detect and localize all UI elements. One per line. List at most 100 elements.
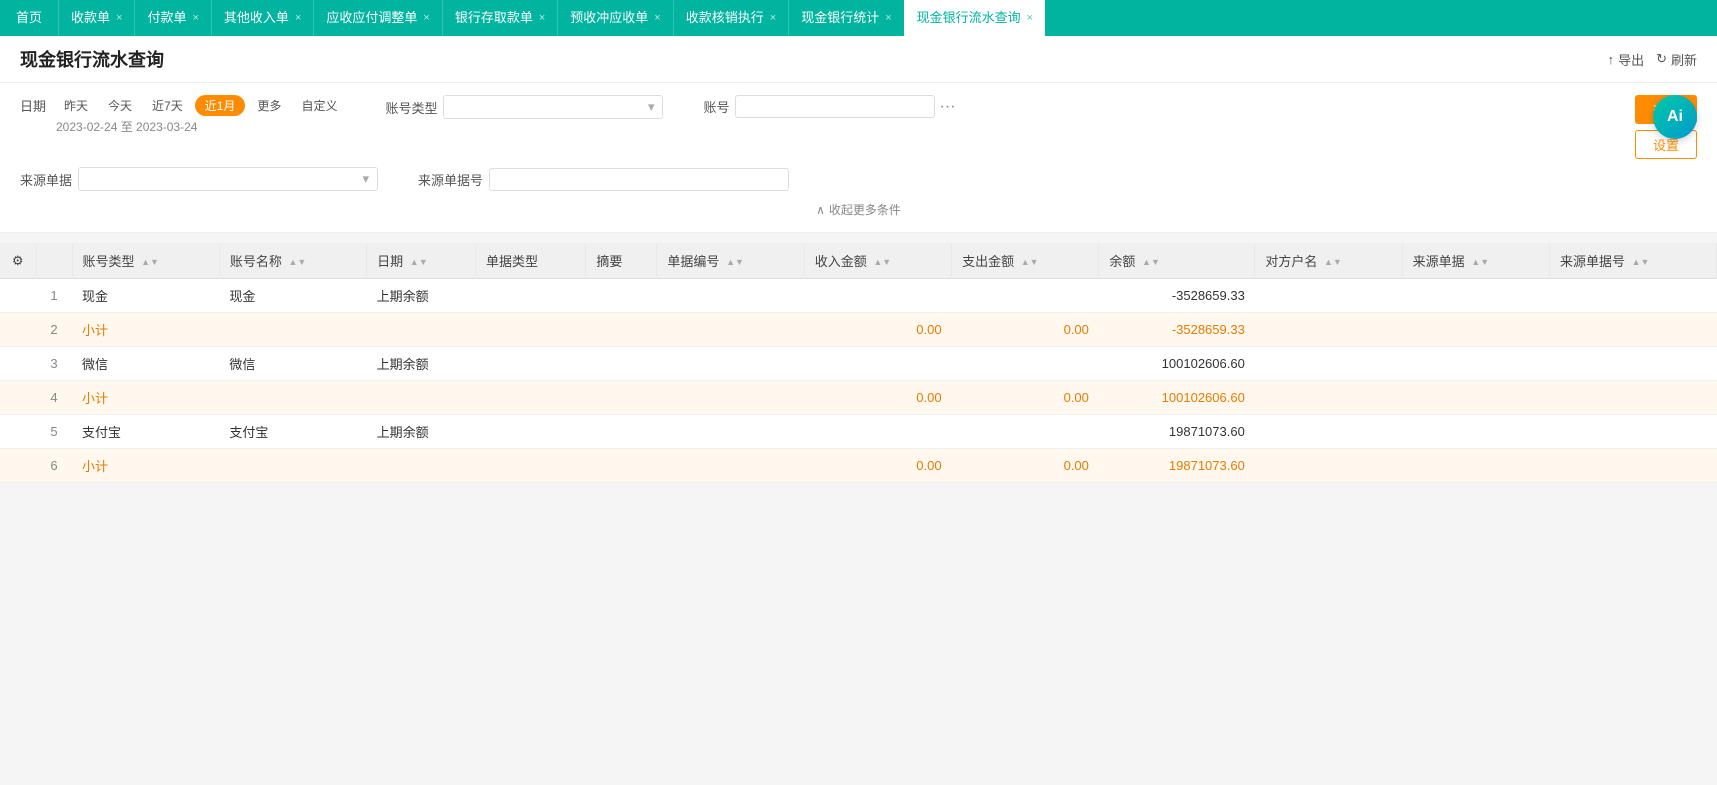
sort-icon: ▲▼	[288, 258, 306, 267]
table-cell	[586, 279, 657, 313]
table-cell: 19871073.60	[1099, 449, 1255, 483]
table-header-row: ⚙ 账号类型 ▲▼ 账号名称 ▲▼ 日期 ▲▼ 单据类型 摘要 单据编号	[0, 243, 1717, 279]
chevron-down-icon: ▾	[362, 171, 369, 187]
close-icon[interactable]: ×	[116, 0, 122, 36]
table-cell: 3	[36, 347, 72, 381]
close-icon[interactable]: ×	[885, 0, 891, 36]
close-icon[interactable]: ×	[770, 0, 776, 36]
nav-tab-3[interactable]: 应收应付调整单 ×	[313, 0, 441, 36]
table-cell	[586, 347, 657, 381]
table-cell	[219, 313, 366, 347]
source-doc-select[interactable]: ▾	[78, 167, 378, 191]
nav-home[interactable]: 首页	[0, 0, 58, 36]
table-cell	[952, 279, 1099, 313]
nav-tab-5[interactable]: 预收冲应收单 ×	[557, 0, 672, 36]
table-cell	[367, 449, 476, 483]
sort-icon: ▲▼	[1632, 258, 1650, 267]
date-btn-yesterday[interactable]: 昨天	[56, 95, 96, 116]
th-doc-no[interactable]: 单据编号 ▲▼	[657, 243, 804, 279]
table-cell: 现金	[72, 279, 219, 313]
th-source-doc-no[interactable]: 来源单据号 ▲▼	[1549, 243, 1716, 279]
table-cell	[0, 381, 36, 415]
export-button[interactable]: ↑ 导出	[1608, 50, 1645, 69]
date-btn-7days[interactable]: 近7天	[144, 95, 191, 116]
th-source-doc[interactable]: 来源单据 ▲▼	[1402, 243, 1549, 279]
table-cell	[367, 313, 476, 347]
table-cell	[952, 347, 1099, 381]
ai-badge[interactable]: Ai	[1653, 95, 1697, 139]
close-icon[interactable]: ×	[192, 0, 198, 36]
source-doc-no-input[interactable]	[489, 168, 789, 191]
account-type-select[interactable]: ▾	[443, 95, 663, 119]
table-row: 2小计0.000.00-3528659.33	[0, 313, 1717, 347]
table-cell	[1255, 347, 1402, 381]
table-cell: -3528659.33	[1099, 313, 1255, 347]
table-cell	[1549, 381, 1716, 415]
account-type-label: 账号类型	[385, 98, 437, 117]
table-cell: 0.00	[952, 449, 1099, 483]
nav-tab-7[interactable]: 现金银行统计 ×	[788, 0, 903, 36]
table-cell: 0.00	[952, 381, 1099, 415]
th-account-type[interactable]: 账号类型 ▲▼	[72, 243, 219, 279]
date-btn-today[interactable]: 今天	[100, 95, 140, 116]
source-doc-label: 来源单据	[20, 170, 72, 189]
table-cell: 支付宝	[72, 415, 219, 449]
table-cell	[476, 279, 586, 313]
refresh-button[interactable]: ↻ 刷新	[1656, 50, 1697, 69]
export-icon: ↑	[1608, 52, 1615, 67]
table-cell: 0.00	[804, 313, 951, 347]
th-account-name[interactable]: 账号名称 ▲▼	[219, 243, 366, 279]
table-row: 4小计0.000.00100102606.60	[0, 381, 1717, 415]
date-btn-more[interactable]: 更多	[249, 95, 289, 116]
date-btn-1month[interactable]: 近1月	[195, 95, 246, 116]
sort-icon: ▲▼	[726, 258, 744, 267]
table-cell	[657, 313, 804, 347]
nav-tab-0[interactable]: 收款单 ×	[58, 0, 134, 36]
table-cell	[0, 347, 36, 381]
th-income[interactable]: 收入金额 ▲▼	[804, 243, 951, 279]
table-cell	[1402, 449, 1549, 483]
top-nav: 首页 收款单 × 付款单 × 其他收入单 × 应收应付调整单 × 银行存取款单 …	[0, 0, 1717, 36]
close-icon[interactable]: ×	[423, 0, 429, 36]
nav-tab-6[interactable]: 收款核销执行 ×	[673, 0, 788, 36]
close-icon[interactable]: ×	[654, 0, 660, 36]
table-cell	[219, 449, 366, 483]
account-input[interactable]	[735, 95, 935, 118]
th-counterpart[interactable]: 对方户名 ▲▼	[1255, 243, 1402, 279]
nav-tab-2[interactable]: 其他收入单 ×	[211, 0, 313, 36]
close-icon[interactable]: ×	[295, 0, 301, 36]
account-type-filter-group: 账号类型 ▾	[385, 95, 663, 119]
table-cell	[586, 449, 657, 483]
date-options: 昨天 今天 近7天 近1月 更多 自定义	[56, 95, 345, 116]
more-options-icon[interactable]: ···	[939, 98, 955, 116]
th-date[interactable]: 日期 ▲▼	[367, 243, 476, 279]
table-cell	[657, 449, 804, 483]
table-cell: 微信	[72, 347, 219, 381]
sort-icon: ▲▼	[1324, 258, 1342, 267]
close-icon[interactable]: ×	[1027, 0, 1033, 36]
table-cell	[476, 415, 586, 449]
nav-tab-8[interactable]: 现金银行流水查询 ×	[904, 0, 1045, 36]
table-cell: 上期余额	[367, 415, 476, 449]
th-expense[interactable]: 支出金额 ▲▼	[952, 243, 1099, 279]
table-cell	[804, 279, 951, 313]
table-cell	[1549, 279, 1716, 313]
collapse-bar[interactable]: ∧ 收起更多条件	[20, 197, 1697, 224]
th-balance[interactable]: 余额 ▲▼	[1099, 243, 1255, 279]
table-cell	[804, 415, 951, 449]
source-doc-filter-group: 来源单据 ▾	[20, 167, 378, 191]
table-cell	[657, 415, 804, 449]
data-table: ⚙ 账号类型 ▲▼ 账号名称 ▲▼ 日期 ▲▼ 单据类型 摘要 单据编号	[0, 243, 1717, 483]
table-cell	[1402, 381, 1549, 415]
date-btn-custom[interactable]: 自定义	[293, 95, 345, 116]
date-filter-group: 日期 昨天 今天 近7天 近1月 更多 自定义 2023-02-24 至 202…	[20, 95, 345, 135]
nav-tab-4[interactable]: 银行存取款单 ×	[442, 0, 557, 36]
table-cell: 1	[36, 279, 72, 313]
close-icon[interactable]: ×	[539, 0, 545, 36]
nav-tab-1[interactable]: 付款单 ×	[134, 0, 210, 36]
table-row: 3微信微信上期余额100102606.60	[0, 347, 1717, 381]
table-cell: 0.00	[952, 313, 1099, 347]
table-cell	[1255, 381, 1402, 415]
table-cell: 上期余额	[367, 347, 476, 381]
th-gear[interactable]: ⚙	[0, 243, 36, 279]
